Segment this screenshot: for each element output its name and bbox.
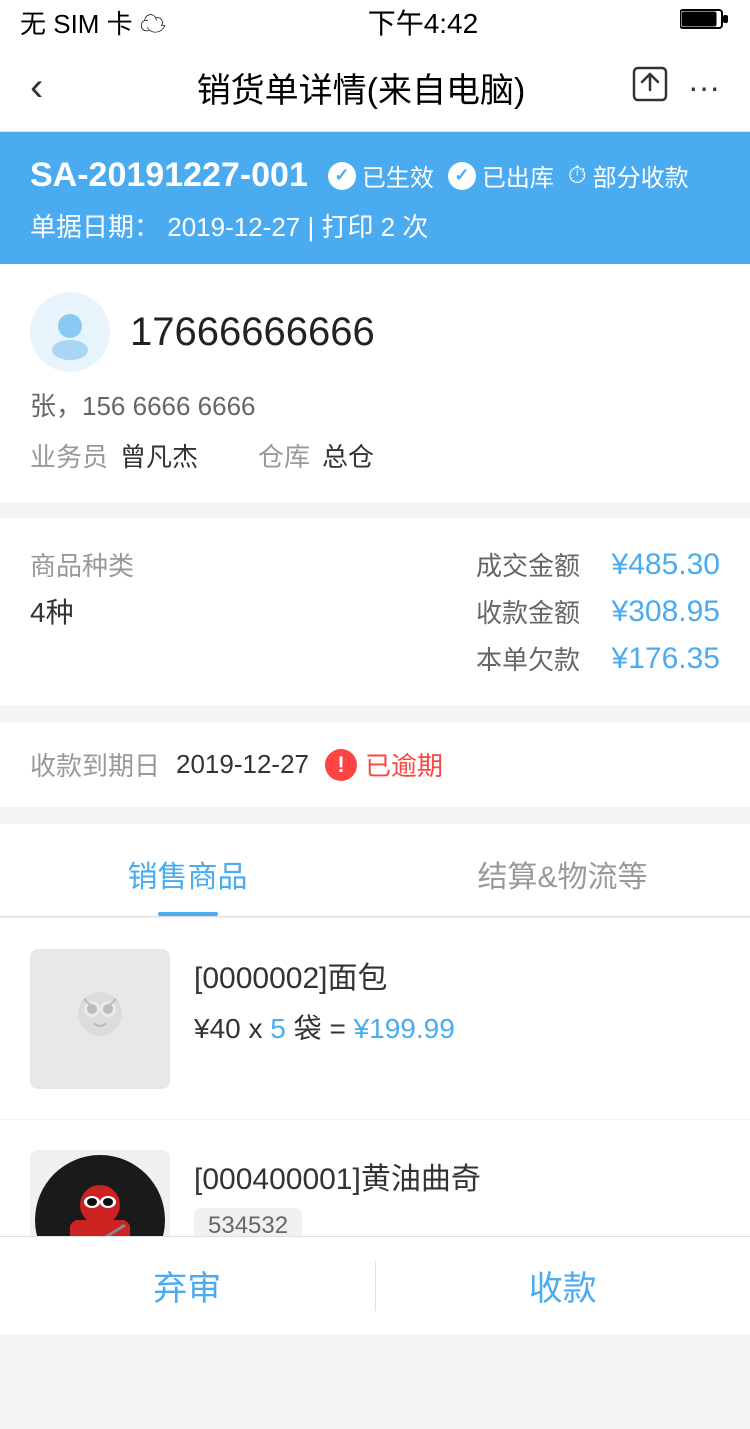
customer-phone: 17666666666 [130,310,375,355]
salesperson-label: 业务员 [30,437,108,474]
warehouse-label: 仓库 [258,437,310,474]
status-bar: 无 SIM 卡 ☁ 下午4:42 [0,0,750,44]
tab-sales-products[interactable]: 销售商品 [0,824,375,916]
header-banner: SA-20191227-001 ✓ 已生效 ✓ 已出库 ⏱ 部分收款 单据日期：… [0,132,750,264]
page-title: 销货单详情(来自电脑) [90,63,632,112]
type-label: 商品种类 [30,546,134,583]
amount-stats: 成交金额 ¥485.30 收款金额 ¥308.95 本单欠款 ¥176.35 [476,546,720,677]
tabs-section: 销售商品 结算&物流等 [0,824,750,917]
order-id: SA-20191227-001 [30,156,308,195]
status-bar-right [680,7,730,38]
banner-row1: SA-20191227-001 ✓ 已生效 ✓ 已出库 ⏱ 部分收款 [30,156,720,195]
product-price-row-1: ¥40 x 5 袋 = ¥199.99 [194,1007,720,1047]
amount-label: 成交金额 [476,546,580,583]
more-button[interactable]: ··· [688,69,720,106]
warehouse-value: 总仓 [322,437,374,474]
customer-name-phone: 张，156 6666 6666 [30,386,720,423]
nav-bar: ‹ 销货单详情(来自电脑) ··· [0,44,750,132]
overdue-badge: ! 已逾期 [325,746,443,783]
amount-row: 成交金额 ¥485.30 [476,546,720,583]
customer-meta: 业务员 曾凡杰 仓库 总仓 [30,437,720,474]
status-badges: ✓ 已生效 ✓ 已出库 ⏱ 部分收款 [328,158,689,193]
back-button[interactable]: ‹ [30,65,90,110]
badge-effective: ✓ 已生效 [328,158,434,193]
battery-status [680,7,730,38]
print-info: | 打印 2 次 [307,212,428,242]
salesperson-item: 业务员 曾凡杰 [30,437,198,474]
tab-settlement[interactable]: 结算&物流等 [375,824,750,916]
banner-date-row: 单据日期： 2019-12-27 | 打印 2 次 [30,207,720,244]
due-date-section: 收款到期日 2019-12-27 ! 已逾期 [0,721,750,808]
product-total-1: ¥199.99 [354,1013,455,1044]
product-info-1: [0000002]面包 ¥40 x 5 袋 = ¥199.99 [194,949,720,1047]
product-price-1: ¥40 [194,1013,241,1044]
status-bar-left: 无 SIM 卡 ☁ [20,4,166,41]
product-item: [0000002]面包 ¥40 x 5 袋 = ¥199.99 [0,919,750,1120]
product-name-1: [0000002]面包 [194,953,720,997]
product-image-1 [30,949,170,1089]
order-date: 2019-12-27 [167,212,300,242]
badge-shipped: ✓ 已出库 [448,158,554,193]
collect-payment-button[interactable]: 收款 [376,1241,750,1330]
product-image-placeholder-1 [30,949,170,1089]
nav-actions: ··· [632,66,720,110]
status-bar-time: 下午4:42 [368,2,479,42]
product-unit-1: 袋 [294,1013,322,1044]
overdue-icon: ! [325,749,357,781]
received-label: 收款金额 [476,593,580,630]
customer-avatar [30,292,110,372]
product-qty-1: 5 [270,1013,286,1044]
sim-status: 无 SIM 卡 ☁ [20,4,166,41]
balance-value: ¥176.35 [600,642,720,676]
received-row: 收款金额 ¥308.95 [476,593,720,630]
share-button[interactable] [632,66,668,110]
stats-section: 商品种类 4种 成交金额 ¥485.30 收款金额 ¥308.95 本单欠款 ¥… [0,518,750,705]
cancel-review-button[interactable]: 弃审 [0,1241,375,1330]
due-date-value: 2019-12-27 [176,749,309,780]
product-name-2: [000400001]黄油曲奇 [194,1154,720,1198]
product-type-stat: 商品种类 4种 [30,546,134,631]
due-label: 收款到期日 [30,746,160,783]
bottom-bar: 弃审 收款 [0,1236,750,1334]
date-label: 单据日期： [30,212,160,242]
amount-value: ¥485.30 [600,548,720,582]
overdue-text: 已逾期 [365,746,443,783]
salesperson-value: 曾凡杰 [120,437,198,474]
check-icon-2: ✓ [448,162,476,190]
warehouse-item: 仓库 总仓 [258,437,374,474]
balance-row: 本单欠款 ¥176.35 [476,640,720,677]
type-value: 4种 [30,591,134,631]
check-icon-1: ✓ [328,162,356,190]
received-value: ¥308.95 [600,595,720,629]
customer-header: 17666666666 [30,292,720,372]
clock-icon: ⏱ [568,162,587,190]
customer-section: 17666666666 张，156 6666 6666 业务员 曾凡杰 仓库 总… [0,264,750,502]
balance-label: 本单欠款 [476,640,580,677]
badge-partial-payment: ⏱ 部分收款 [568,158,689,193]
